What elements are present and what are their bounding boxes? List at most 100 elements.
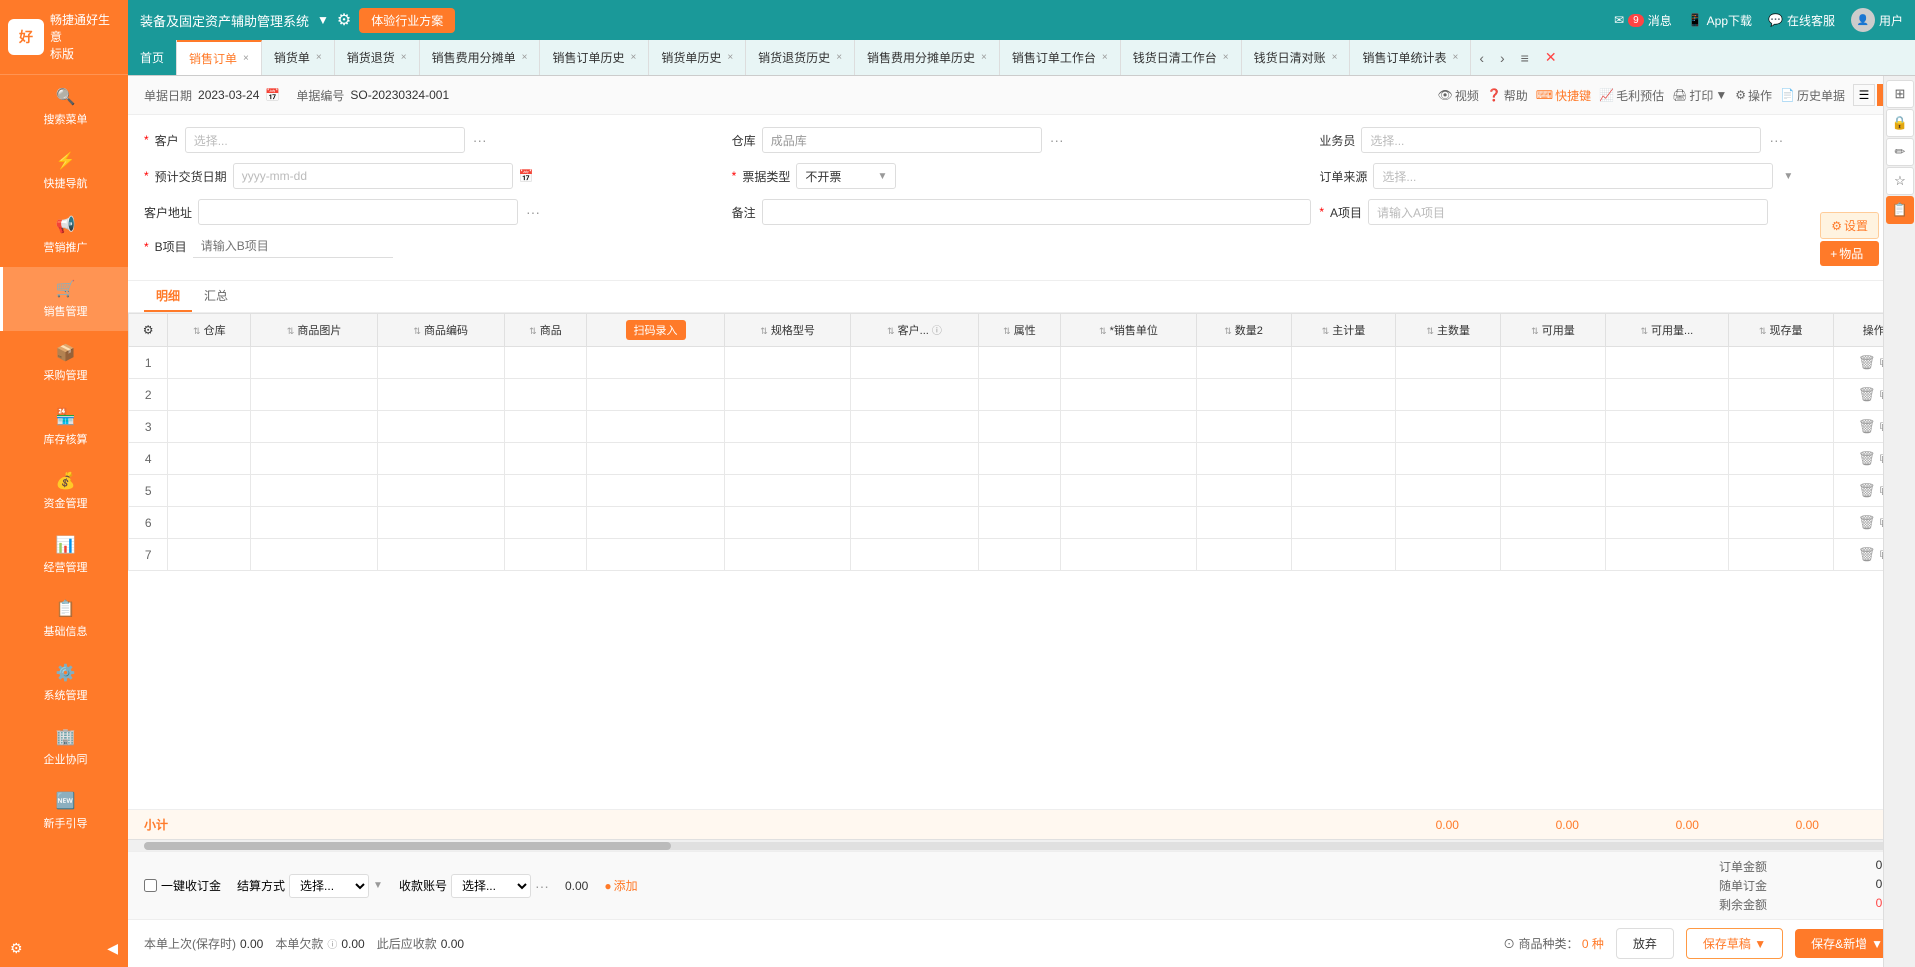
save-new-dropdown-arrow[interactable]: ▼ [1871,937,1883,951]
sidebar-item-basic[interactable]: 📋 基础信息 [0,587,128,651]
app-download-item[interactable]: 📱 App下载 [1688,12,1752,29]
a-project-input[interactable]: 请输入A项目 [1368,199,1768,225]
scroll-thumb[interactable] [144,842,671,850]
row-1-avail[interactable] [1501,347,1606,379]
operate-action[interactable]: ⚙ 操作 [1735,87,1772,104]
collapse-icon[interactable]: ◀ [107,940,118,957]
tab-prev-btn[interactable]: ‹ [1471,40,1492,75]
rfp-btn-1[interactable]: ⊞ [1886,80,1914,108]
settings-btn[interactable]: ⚙ 设置 [1820,212,1879,239]
settings-bottom-icon[interactable]: ⚙ [10,940,23,957]
tab-cost-split[interactable]: 销售费用分摊单 × [420,40,541,75]
row-1-qty2[interactable] [1196,347,1291,379]
scroll-row[interactable] [128,839,1915,851]
settings-icon[interactable]: ⚙ [337,10,351,30]
tab-menu-btn[interactable]: ≡ [1513,40,1537,75]
tab-stats[interactable]: 销售订单统计表 × [1350,40,1471,75]
col-main-qty-header[interactable]: ⇅ 主数量 [1396,314,1501,347]
payment-method-select[interactable]: 选择... [289,874,369,898]
tab-reconcile[interactable]: 钱货日清对账 × [1242,40,1351,75]
warehouse-input[interactable]: 成品库 [762,127,1042,153]
rfp-btn-2[interactable]: 🔒 [1886,109,1914,137]
tab-cost-history[interactable]: 销售费用分摊单历史 × [855,40,1000,75]
row-1-attr[interactable] [978,347,1061,379]
discard-btn[interactable]: 放弃 [1616,928,1674,959]
sidebar-item-finance[interactable]: 💰 资金管理 [0,459,128,523]
close-tab-goods-history[interactable]: × [727,52,733,63]
customer-input[interactable]: 选择... [185,127,465,153]
col-gear-header[interactable]: ⚙ [129,314,168,347]
online-service-item[interactable]: 💬 在线客服 [1768,12,1835,29]
tab-close-all-btn[interactable]: ✕ [1537,40,1565,75]
add-payment-btn[interactable]: ● 添加 [604,877,637,894]
save-draft-dropdown-arrow[interactable]: ▼ [1754,937,1766,951]
close-tab-cost-split[interactable]: × [522,52,528,63]
order-source-input[interactable]: 选择... [1373,163,1773,189]
delivery-date-input[interactable]: yyyy-mm-dd [233,163,513,189]
col-img-header[interactable]: ⇅ 商品图片 [251,314,378,347]
close-tab-workbench[interactable]: × [1102,52,1108,63]
shortcut-action[interactable]: ⌨ 快捷键 [1536,87,1591,104]
col-product-header[interactable]: ⇅ 商品 [504,314,587,347]
col-stock-header[interactable]: ⇅ 现存量 [1728,314,1833,347]
invoice-select[interactable]: 不开票 ▼ [796,163,896,189]
tab-return[interactable]: 销货退货 × [335,40,420,75]
message-icon-area[interactable]: ✉ 9 消息 [1614,12,1672,29]
row-1-cust-code[interactable] [851,347,978,379]
print-action[interactable]: 🖨 打印 ▼ [1672,87,1727,104]
col-spec-header[interactable]: ⇅ 规格型号 [724,314,851,347]
address-input[interactable] [198,199,518,225]
profit-action[interactable]: 📈 毛利预估 [1599,87,1664,104]
sidebar-item-sales[interactable]: 🛒 销售管理 [0,267,128,331]
row-1-spec[interactable] [724,347,851,379]
tab-daily-workbench[interactable]: 钱货日清工作台 × [1121,40,1242,75]
row-1-main-unit[interactable] [1291,347,1396,379]
address-more-icon[interactable]: ··· [526,204,540,220]
col-avail2-header[interactable]: ⇅ 可用量... [1605,314,1728,347]
account-more-btn[interactable]: ··· [535,878,549,894]
rfp-btn-3[interactable]: ✏ [1886,138,1914,166]
row-5-delete-btn[interactable]: 🗑 [1858,482,1876,499]
row-1-code[interactable] [377,347,504,379]
close-tab-return[interactable]: × [401,52,407,63]
col-code-header[interactable]: ⇅ 商品编码 [377,314,504,347]
row-2-delete-btn[interactable]: 🗑 [1858,386,1876,403]
row-6-delete-btn[interactable]: 🗑 [1858,514,1876,531]
tab-return-history[interactable]: 销货退货历史 × [746,40,855,75]
warehouse-more-icon[interactable]: ··· [1050,132,1064,148]
col-attr-header[interactable]: ⇅ 属性 [978,314,1061,347]
industry-btn[interactable]: 体验行业方案 [359,8,455,33]
tab-sales-order[interactable]: 销售订单 × [177,40,262,75]
row-1-delete-btn[interactable]: 🗑 [1858,354,1876,371]
row-1-main-qty[interactable] [1396,347,1501,379]
close-tab-reconcile[interactable]: × [1332,52,1338,63]
row-1-img[interactable] [251,347,378,379]
list-view-btn[interactable]: ☰ [1853,84,1875,106]
row-1-avail2[interactable] [1605,347,1728,379]
sidebar-item-search[interactable]: 🔍 搜索菜单 [0,75,128,139]
system-dropdown-btn[interactable]: ▼ [317,13,329,27]
add-goods-btn[interactable]: + 物品 [1820,241,1879,266]
staff-input[interactable]: 选择... [1361,127,1761,153]
scan-btn[interactable]: 扫码录入 [626,320,686,340]
close-tab-cost-history[interactable]: × [981,52,987,63]
sidebar-item-purchase[interactable]: 📦 采购管理 [0,331,128,395]
row-1-warehouse[interactable] [168,347,251,379]
detail-tab-detail[interactable]: 明细 [144,281,192,312]
close-tab-stats[interactable]: × [1452,52,1458,63]
calendar-icon[interactable]: 📅 [265,88,280,102]
tab-goods-history[interactable]: 销货单历史 × [649,40,746,75]
view-action[interactable]: 👁 视频 [1438,87,1479,104]
one-click-checkbox[interactable] [144,879,157,892]
delivery-calendar-icon[interactable]: 📅 [519,169,534,183]
col-avail-header[interactable]: ⇅ 可用量 [1501,314,1606,347]
row-1-unit[interactable] [1061,347,1196,379]
b-project-input[interactable] [193,235,393,258]
close-tab-sales-goods[interactable]: × [316,52,322,63]
sidebar-item-inventory[interactable]: 🏪 库存核算 [0,395,128,459]
close-tab-order-history[interactable]: × [630,52,636,63]
tab-workbench[interactable]: 销售订单工作台 × [1000,40,1121,75]
rfp-btn-5[interactable]: 📋 [1886,196,1914,224]
row-3-delete-btn[interactable]: 🗑 [1858,418,1876,435]
sidebar-item-system[interactable]: ⚙️ 系统管理 [0,651,128,715]
